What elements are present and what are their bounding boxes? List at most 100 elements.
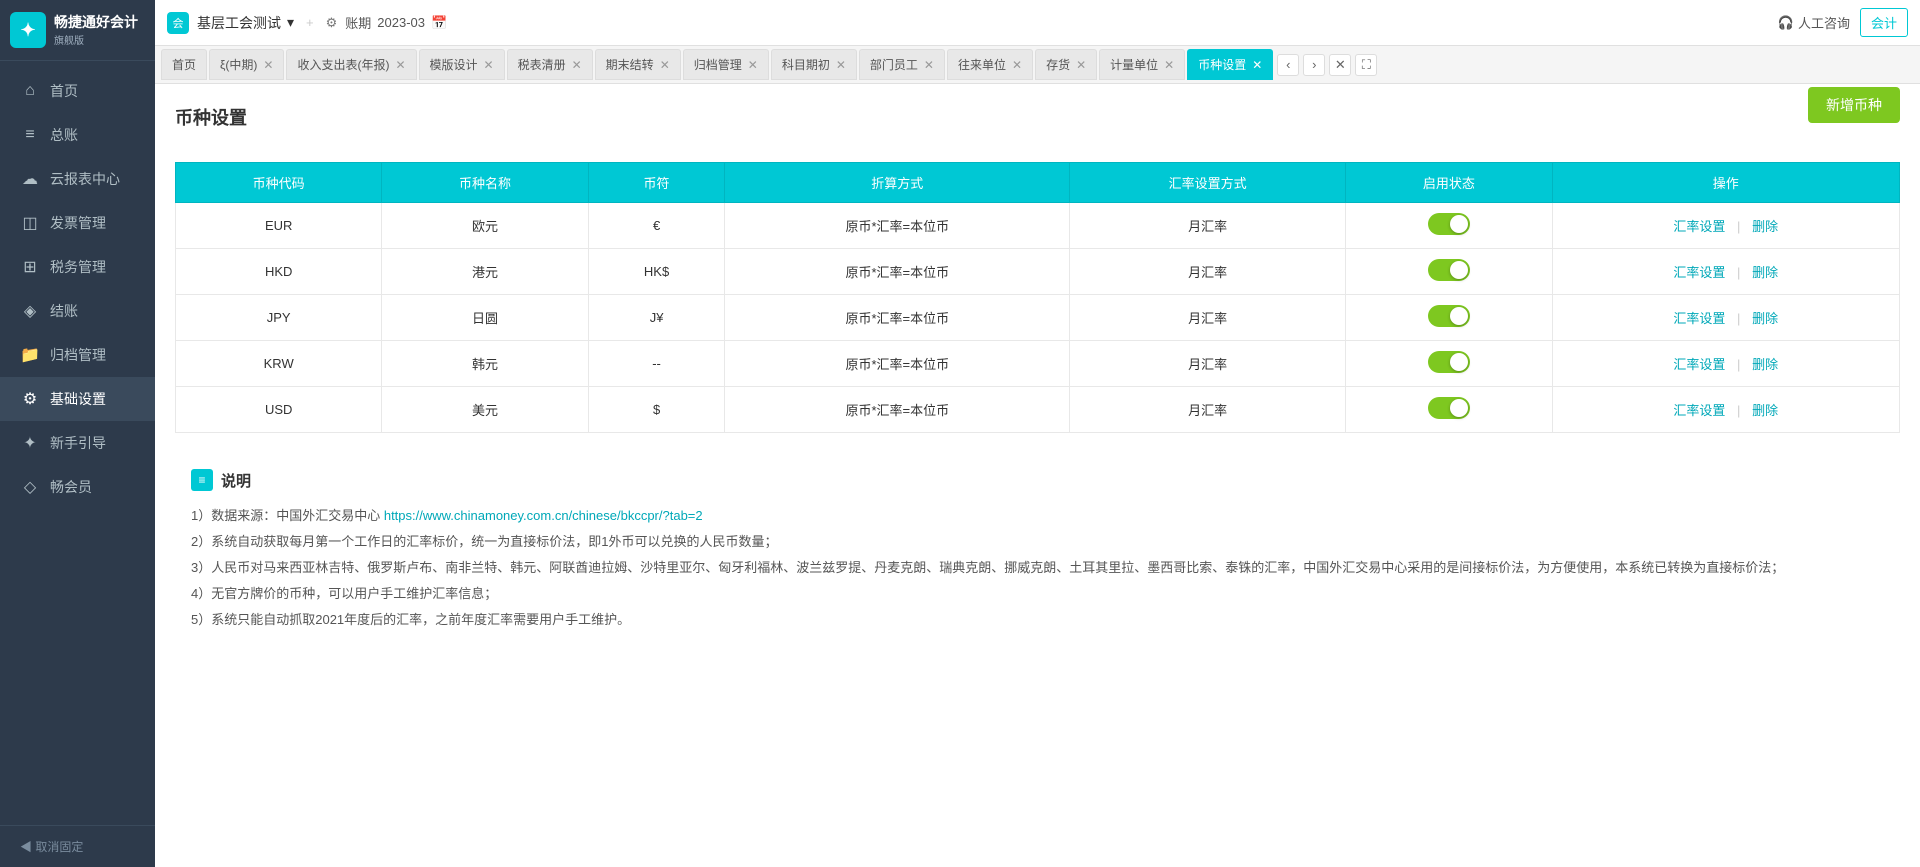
tab-label: 税表清册 [518, 56, 566, 73]
rate-setting-link[interactable]: 汇率设置 [1673, 357, 1725, 372]
status-toggle[interactable] [1428, 397, 1470, 419]
company-icon: 会 [167, 12, 189, 34]
sidebar-item-label: 云报表中心 [50, 169, 120, 189]
service-btn[interactable]: 🎧 人工咨询 [1778, 13, 1850, 32]
tab-close-icon[interactable]: ✕ [660, 58, 670, 72]
topbar: 会 基层工会测试 ▾ + ⚙ 账期 2023-03 📅 🎧 人工咨询 会计 [155, 0, 1920, 46]
topbar-period: 账期 2023-03 📅 [345, 13, 447, 32]
tab-prev-btn[interactable]: ‹ [1277, 54, 1299, 76]
rate-setting-link[interactable]: 汇率设置 [1673, 219, 1725, 234]
status-toggle[interactable] [1428, 351, 1470, 373]
cell-rate-method: 月汇率 [1070, 387, 1346, 433]
notes-list: 1）数据来源：中国外汇交易中心 https://www.chinamoney.c… [191, 503, 1884, 633]
tab-measure[interactable]: 计量单位 ✕ [1099, 49, 1185, 80]
tab-home[interactable]: 首页 [161, 49, 207, 80]
status-toggle[interactable] [1428, 259, 1470, 281]
cell-calc: 原币*汇率=本位币 [725, 341, 1070, 387]
cell-name: 韩元 [382, 341, 588, 387]
tab-units[interactable]: 往来单位 ✕ [947, 49, 1033, 80]
col-status: 启用状态 [1346, 163, 1552, 203]
cell-actions: 汇率设置 | 删除 [1552, 203, 1900, 249]
tab-close-icon[interactable]: ✕ [1164, 58, 1174, 72]
title-row: 币种设置 新增币种 [175, 104, 1900, 146]
sidebar-item-tax[interactable]: ⊞ 税务管理 [0, 245, 155, 289]
delete-link[interactable]: 删除 [1752, 311, 1778, 326]
rate-setting-link[interactable]: 汇率设置 [1673, 403, 1725, 418]
tab-close-icon[interactable]: ✕ [263, 58, 273, 72]
sidebar-item-archive[interactable]: 📁 归档管理 [0, 333, 155, 377]
main-area: 会 基层工会测试 ▾ + ⚙ 账期 2023-03 📅 🎧 人工咨询 会计 首页 [155, 0, 1920, 867]
tab-close-icon[interactable]: ✕ [836, 58, 846, 72]
tab-close-icon[interactable]: ✕ [572, 58, 582, 72]
tax-icon: ⊞ [20, 257, 40, 277]
calendar-icon[interactable]: 📅 [431, 15, 447, 31]
tab-inventory[interactable]: 存货 ✕ [1035, 49, 1097, 80]
tab-close-icon[interactable]: ✕ [484, 58, 494, 72]
sidebar-item-label: 基础设置 [50, 389, 106, 409]
tab-label: 往来单位 [958, 56, 1006, 73]
delete-link[interactable]: 删除 [1752, 265, 1778, 280]
sidebar-item-home[interactable]: ⌂ 首页 [0, 69, 155, 113]
list-item: 5）系统只能自动抓取2021年度后的汇率，之前年度汇率需要用户手工维护。 [191, 607, 1884, 633]
tab-archive[interactable]: 归档管理 ✕ [683, 49, 769, 80]
tab-close-icon[interactable]: ✕ [924, 58, 934, 72]
tab-next-btn[interactable]: › [1303, 54, 1325, 76]
sidebar-item-settings[interactable]: ⚙ 基础设置 [0, 377, 155, 421]
col-rate-method: 汇率设置方式 [1070, 163, 1346, 203]
cell-symbol: HK$ [588, 249, 725, 295]
rate-setting-link[interactable]: 汇率设置 [1673, 311, 1725, 326]
sidebar-item-reports[interactable]: ☁ 云报表中心 [0, 157, 155, 201]
sidebar-item-invoice[interactable]: ◫ 发票管理 [0, 201, 155, 245]
table-row: USD 美元 $ 原币*汇率=本位币 月汇率 汇率设置 | 删除 [176, 387, 1900, 433]
tab-template[interactable]: 模版设计 ✕ [419, 49, 505, 80]
tab-balance[interactable]: ξ(中期) ✕ [209, 49, 284, 80]
settings-gear-icon[interactable]: ⚙ [326, 15, 338, 31]
tab-label: 模版设计 [430, 56, 478, 73]
invoice-icon: ◫ [20, 213, 40, 233]
cell-symbol: J¥ [588, 295, 725, 341]
sidebar-item-guide[interactable]: ✦ 新手引导 [0, 421, 155, 465]
delete-link[interactable]: 删除 [1752, 357, 1778, 372]
tab-close-all-btn[interactable]: ✕ [1329, 54, 1351, 76]
tab-expand-btn[interactable]: ⛶ [1355, 54, 1377, 76]
rate-setting-link[interactable]: 汇率设置 [1673, 265, 1725, 280]
tab-tax[interactable]: 税表清册 ✕ [507, 49, 593, 80]
table-header: 币种代码 币种名称 币符 折算方式 汇率设置方式 启用状态 操作 [176, 163, 1900, 203]
tab-close-icon[interactable]: ✕ [748, 58, 758, 72]
tab-close-icon[interactable]: ✕ [395, 58, 405, 72]
unpin-label: ◀ 取消固定 [20, 838, 83, 855]
sidebar-item-ledger[interactable]: ≡ 总账 [0, 113, 155, 157]
tab-close-icon[interactable]: ✕ [1076, 58, 1086, 72]
tab-income[interactable]: 收入支出表(年报) ✕ [286, 49, 416, 80]
status-toggle[interactable] [1428, 213, 1470, 235]
list-item: 4）无官方牌价的币种，可以用户手工维护汇率信息； [191, 581, 1884, 607]
cell-status [1346, 203, 1552, 249]
delete-link[interactable]: 删除 [1752, 219, 1778, 234]
action-separator: | [1737, 265, 1740, 280]
toggle-knob [1450, 353, 1468, 371]
ledger-icon: ≡ [20, 126, 40, 144]
tab-period-end[interactable]: 期末结转 ✕ [595, 49, 681, 80]
tab-label: 科目期初 [782, 56, 830, 73]
kuaiji-btn[interactable]: 会计 [1860, 8, 1908, 37]
tab-dept[interactable]: 部门员工 ✕ [859, 49, 945, 80]
table-row: EUR 欧元 € 原币*汇率=本位币 月汇率 汇率设置 | 删除 [176, 203, 1900, 249]
tab-currency[interactable]: 币种设置 ✕ [1187, 49, 1273, 80]
delete-link[interactable]: 删除 [1752, 403, 1778, 418]
sidebar-item-member[interactable]: ◇ 畅会员 [0, 465, 155, 509]
sidebar-item-label: 首页 [50, 81, 78, 101]
tab-close-icon[interactable]: ✕ [1252, 58, 1262, 72]
sidebar-unpin[interactable]: ◀ 取消固定 [0, 825, 155, 867]
cell-code: JPY [176, 295, 382, 341]
action-separator: | [1737, 311, 1740, 326]
chinamoney-link[interactable]: https://www.chinamoney.com.cn/chinese/bk… [384, 508, 703, 523]
cell-calc: 原币*汇率=本位币 [725, 203, 1070, 249]
company-name[interactable]: 基层工会测试 ▾ [197, 13, 294, 33]
new-currency-button[interactable]: 新增币种 [1808, 87, 1900, 123]
tab-subject-init[interactable]: 科目期初 ✕ [771, 49, 857, 80]
app-name: 畅捷通好会计 [54, 13, 138, 31]
status-toggle[interactable] [1428, 305, 1470, 327]
sidebar-item-checkout[interactable]: ◈ 结账 [0, 289, 155, 333]
tab-close-icon[interactable]: ✕ [1012, 58, 1022, 72]
cell-name: 欧元 [382, 203, 588, 249]
